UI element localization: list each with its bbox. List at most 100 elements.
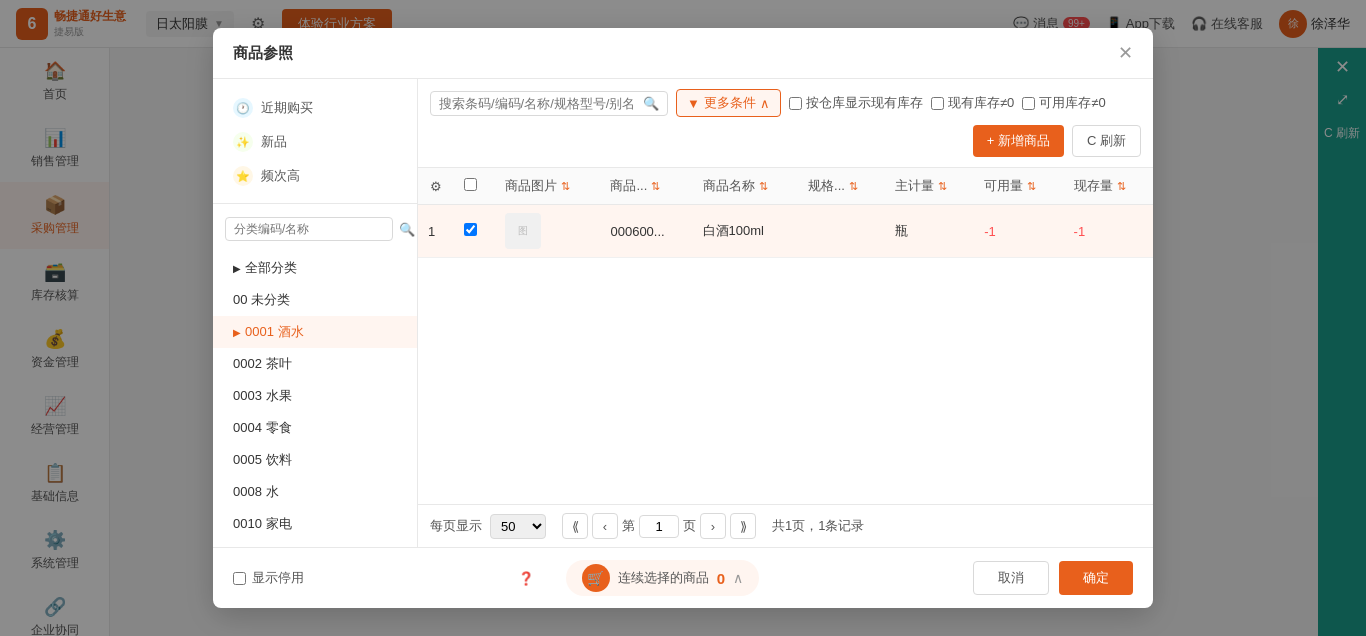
modal-title: 商品参照: [233, 44, 293, 63]
th-code[interactable]: 商品... ⇅: [600, 168, 692, 205]
category-item-0004[interactable]: 0004 零食: [213, 412, 417, 444]
cart-count: 0: [717, 570, 725, 587]
th-checkbox: [454, 168, 495, 205]
checkbox-stock-ne0-label: 现有库存≠0: [948, 94, 1014, 112]
cancel-btn[interactable]: 取消: [973, 561, 1049, 595]
th-unit[interactable]: 主计量 ⇅: [885, 168, 974, 205]
th-spec-label: 规格...: [808, 177, 845, 195]
filter-label: 更多条件: [704, 94, 756, 112]
th-available-label: 可用量: [984, 177, 1023, 195]
prev-page-btn[interactable]: ‹: [592, 513, 618, 539]
freq-icon: ⭐: [233, 166, 253, 186]
right-panel: 🔍 ▼ 更多条件 ∧ 按仓库显示现有库存 现有库存≠0: [418, 79, 1153, 547]
category-item-0001[interactable]: ▶ 0001 酒水: [213, 316, 417, 348]
recent-label: 近期购买: [261, 99, 313, 117]
arrow-icon-all: ▶: [233, 263, 241, 274]
category-search-icon[interactable]: 🔍: [399, 222, 415, 237]
th-settings: ⚙: [418, 168, 454, 205]
th-code-sort-icon: ⇅: [651, 180, 660, 193]
select-all-checkbox[interactable]: [464, 178, 477, 191]
th-available[interactable]: 可用量 ⇅: [974, 168, 1063, 205]
checkbox-stock-ne0-input[interactable]: [931, 97, 944, 110]
product-table: ⚙ 商品图片 ⇅: [418, 168, 1153, 258]
category-search-row: 🔍 《: [213, 210, 417, 248]
freq-label: 频次高: [261, 167, 300, 185]
category-item-all[interactable]: ▶ 全部分类: [213, 252, 417, 284]
cell-checkbox[interactable]: [454, 205, 495, 258]
per-page-label: 每页显示: [430, 517, 482, 535]
next-page-btn[interactable]: ›: [700, 513, 726, 539]
modal-close-icon[interactable]: ✕: [1118, 42, 1133, 64]
cell-spec: [798, 205, 885, 258]
cell-stock: -1: [1064, 205, 1153, 258]
modal-overlay: 商品参照 ✕ 🕐 近期购买 ✨ 新品 ⭐ 频次高: [0, 0, 1366, 636]
add-product-btn[interactable]: + 新增商品: [973, 125, 1064, 157]
checkbox-available-ne0[interactable]: 可用库存≠0: [1022, 94, 1105, 112]
row-checkbox[interactable]: [464, 223, 477, 236]
show-disabled-input[interactable]: [233, 572, 246, 585]
table-footer: 每页显示 10 20 50 100 ⟪ ‹ 第 页 › ⟫: [418, 504, 1153, 547]
cell-unit: 瓶: [885, 205, 974, 258]
checkbox-warehouse-input[interactable]: [789, 97, 802, 110]
cell-code: 000600...: [600, 205, 692, 258]
page-input[interactable]: [639, 515, 679, 538]
cell-img: 图: [495, 205, 601, 258]
modal-bottom: 显示停用 ❓ 🛒 连续选择的商品 0 ∧ 取消 确定: [213, 547, 1153, 608]
new-label: 新品: [261, 133, 287, 151]
per-page-select[interactable]: 10 20 50 100: [490, 514, 546, 539]
refresh-btn[interactable]: C 刷新: [1072, 125, 1141, 157]
help-icon[interactable]: ❓: [518, 571, 534, 586]
th-name-sort-icon: ⇅: [759, 180, 768, 193]
category-search-input[interactable]: [225, 217, 393, 241]
filter-icon: ▼: [687, 96, 700, 111]
category-item-0002[interactable]: 0002 茶叶: [213, 348, 417, 380]
cell-available: -1: [974, 205, 1063, 258]
show-disabled-checkbox[interactable]: 显示停用: [233, 569, 304, 587]
new-icon: ✨: [233, 132, 253, 152]
cell-num: 1: [418, 205, 454, 258]
quick-action-recent[interactable]: 🕐 近期购买: [225, 91, 405, 125]
total-info: 共1页，1条记录: [772, 517, 864, 535]
th-stock-label: 现存量: [1074, 177, 1113, 195]
cart-area: 🛒 连续选择的商品 0 ∧: [566, 560, 759, 596]
table-row[interactable]: 1 图 000600... 白酒100ml 瓶: [418, 205, 1153, 258]
checkbox-stock-ne0[interactable]: 现有库存≠0: [931, 94, 1014, 112]
quick-actions: 🕐 近期购买 ✨ 新品 ⭐ 频次高: [213, 87, 417, 197]
settings-col-icon[interactable]: ⚙: [430, 179, 442, 194]
last-page-btn[interactable]: ⟫: [730, 513, 756, 539]
quick-action-new[interactable]: ✨ 新品: [225, 125, 405, 159]
th-img-sort-icon: ⇅: [561, 180, 570, 193]
checkbox-available-ne0-input[interactable]: [1022, 97, 1035, 110]
search-icon[interactable]: 🔍: [643, 96, 659, 111]
category-label-0003: 0003 水果: [233, 387, 292, 405]
cart-collapse-icon[interactable]: ∧: [733, 570, 743, 586]
category-list: ▶ 全部分类 00 未分类 ▶ 0001 酒水 0002 茶叶 0003 水果: [213, 248, 417, 539]
th-spec[interactable]: 规格... ⇅: [798, 168, 885, 205]
category-item-0005[interactable]: 0005 饮料: [213, 444, 417, 476]
modal-actions: 取消 确定: [973, 561, 1133, 595]
product-table-wrap: ⚙ 商品图片 ⇅: [418, 168, 1153, 504]
quick-action-freq[interactable]: ⭐ 频次高: [225, 159, 405, 193]
checkbox-warehouse[interactable]: 按仓库显示现有库存: [789, 94, 923, 112]
category-label-0001: 0001 酒水: [245, 323, 304, 341]
page-label: 第: [622, 517, 635, 535]
confirm-btn[interactable]: 确定: [1059, 561, 1133, 595]
category-item-0003[interactable]: 0003 水果: [213, 380, 417, 412]
category-item-0010[interactable]: 0010 家电: [213, 508, 417, 539]
product-search-input[interactable]: [439, 96, 639, 111]
th-name-label: 商品名称: [703, 177, 755, 195]
cart-icon[interactable]: 🛒: [582, 564, 610, 592]
th-stock[interactable]: 现存量 ⇅: [1064, 168, 1153, 205]
first-page-btn[interactable]: ⟪: [562, 513, 588, 539]
th-img: 商品图片 ⇅: [495, 168, 601, 205]
table-header-row: ⚙ 商品图片 ⇅: [418, 168, 1153, 205]
category-item-00[interactable]: 00 未分类: [213, 284, 417, 316]
th-spec-sort-icon: ⇅: [849, 180, 858, 193]
filter-btn[interactable]: ▼ 更多条件 ∧: [676, 89, 781, 117]
filter-arrow: ∧: [760, 96, 770, 111]
category-label-0010: 0010 家电: [233, 515, 292, 533]
category-item-0008[interactable]: 0008 水: [213, 476, 417, 508]
th-name[interactable]: 商品名称 ⇅: [693, 168, 799, 205]
arrow-icon-0001: ▶: [233, 327, 241, 338]
category-label-00: 00 未分类: [233, 291, 290, 309]
